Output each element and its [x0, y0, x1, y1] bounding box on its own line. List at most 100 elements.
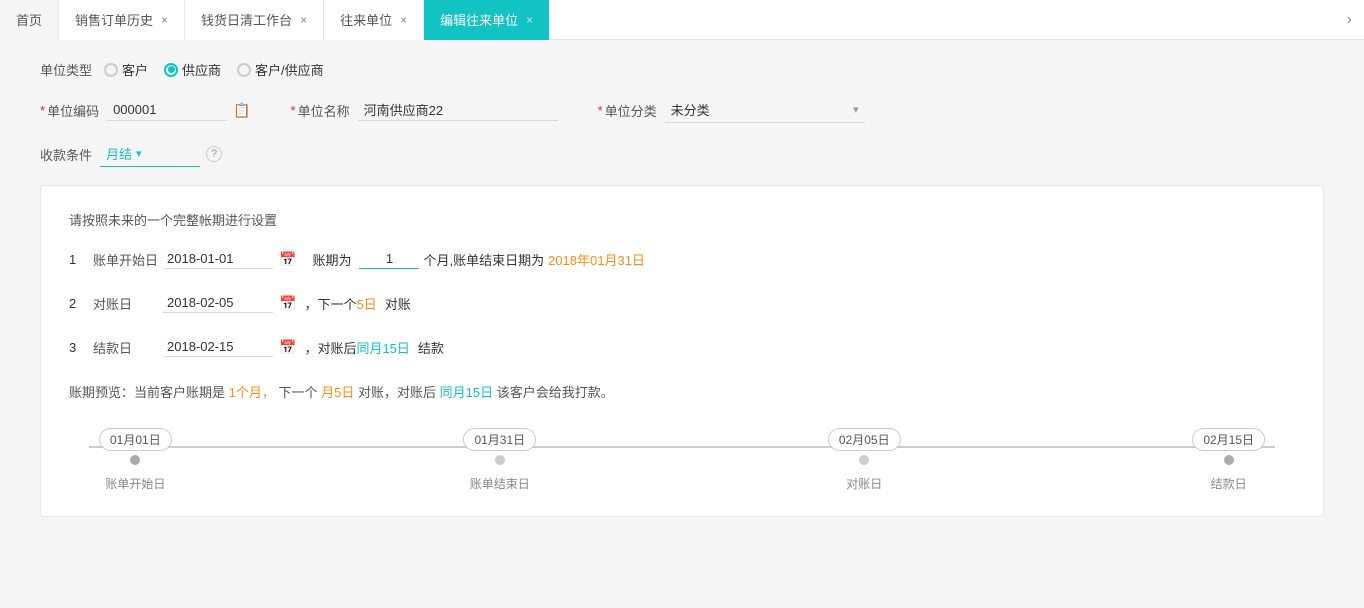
unit-name-star: * — [291, 103, 296, 118]
unit-code-star: * — [40, 103, 45, 118]
preview-months: 1个月， — [229, 385, 275, 400]
help-icon-text: ? — [211, 148, 217, 160]
period-date-2[interactable] — [163, 293, 273, 313]
unit-sort-group: * 单位分类 未分类 ▾ — [598, 97, 865, 123]
radio-supplier-circle — [164, 63, 178, 77]
timeline-point-1: 01月01日 账单开始日 — [99, 428, 172, 492]
timeline-dot-4 — [1224, 455, 1234, 465]
timeline-label-2: 账单结束日 — [470, 475, 530, 492]
radio-both-circle — [237, 63, 251, 77]
radio-customer-circle — [104, 63, 118, 77]
tabs-bar: 首页 销售订单历史 × 钱货日清工作台 × 往来单位 × 编辑往来单位 × › — [0, 0, 1364, 40]
timeline-dot-2 — [495, 455, 505, 465]
unit-sort-value: 未分类 — [671, 100, 849, 119]
timeline-point-2: 01月31日 账单结束日 — [463, 428, 536, 492]
tab-home[interactable]: 首页 — [0, 0, 59, 40]
unit-code-input[interactable] — [107, 99, 227, 121]
unit-type-row: 单位类型 客户 供应商 客户/供应商 — [40, 60, 1324, 79]
tab-edit-partner-close[interactable]: × — [526, 13, 533, 27]
timeline-point-3: 02月05日 对账日 — [828, 428, 901, 492]
tab-sales-order-history[interactable]: 销售订单历史 × — [59, 0, 185, 40]
unit-info-row: * 单位编码 📋 * 单位名称 * 单位分类 未分类 ▾ — [40, 97, 1324, 123]
unit-sort-arrow-icon: ▾ — [853, 103, 859, 116]
period-months-input[interactable] — [359, 249, 419, 269]
timeline-dot-3 — [859, 455, 869, 465]
period-label-2: 对账日 — [93, 294, 163, 313]
period-suffix-3b: 结款 — [418, 338, 444, 357]
period-day-highlight-3: 同月15日 — [356, 338, 409, 357]
unit-sort-star: * — [598, 103, 603, 118]
unit-name-input[interactable] — [358, 99, 558, 121]
period-suffix-after-1: 个月,账单结束日期为 — [423, 250, 544, 269]
timeline-label-1: 账单开始日 — [105, 475, 165, 492]
period-date-1[interactable] — [163, 249, 273, 269]
radio-supplier-dot — [168, 66, 175, 73]
period-num-3: 3 — [69, 340, 93, 355]
period-num-1: 1 — [69, 252, 93, 267]
payment-row: 收款条件 月结 ▾ ? — [40, 141, 1324, 167]
radio-customer-label: 客户 — [122, 60, 148, 79]
tab-cash-label: 钱货日清工作台 — [201, 10, 292, 29]
period-row-3: 3 结款日 📅 ，对账后 同月15日 结款 — [69, 337, 1295, 357]
timeline-dot-1 — [130, 455, 140, 465]
tab-cash-close[interactable]: × — [300, 13, 307, 27]
radio-customer[interactable]: 客户 — [104, 60, 148, 79]
payment-value: 月结 — [106, 144, 132, 163]
period-num-2: 2 — [69, 296, 93, 311]
period-row-2: 2 对账日 📅 ，下一个 5日 对账 — [69, 293, 1295, 313]
payment-label: 收款条件 — [40, 145, 92, 164]
preview-reconcile-suffix: 对账，对账后 — [358, 385, 436, 400]
tab-home-label: 首页 — [16, 10, 42, 29]
period-suffix-2a: ，下一个 — [304, 294, 356, 313]
timeline-point-4: 02月15日 结款日 — [1192, 428, 1265, 492]
radio-supplier[interactable]: 供应商 — [164, 60, 221, 79]
tab-sales-close[interactable]: × — [161, 13, 168, 27]
preview-reconcile-day: 月5日 — [321, 385, 354, 400]
period-suffix-before-1: 账期为 — [312, 250, 351, 269]
timeline-badge-1: 01月01日 — [99, 428, 172, 451]
unit-name-group: * 单位名称 — [291, 99, 558, 121]
timeline-badge-2: 01月31日 — [463, 428, 536, 451]
tab-edit-partner[interactable]: 编辑往来单位 × — [424, 0, 550, 40]
unit-name-label: 单位名称 — [298, 101, 350, 120]
period-date-3[interactable] — [163, 337, 273, 357]
calendar-icon-3[interactable]: 📅 — [279, 339, 296, 356]
calendar-icon-1[interactable]: 📅 — [279, 251, 296, 268]
unit-type-label: 单位类型 — [40, 60, 92, 79]
tab-partner-close[interactable]: × — [400, 13, 407, 27]
period-label-3: 结款日 — [93, 338, 163, 357]
period-row-1: 1 账单开始日 📅 账期为 个月,账单结束日期为 2018年01月31日 — [69, 249, 1295, 269]
timeline-badge-4: 02月15日 — [1192, 428, 1265, 451]
unit-sort-dropdown[interactable]: 未分类 ▾ — [665, 97, 865, 123]
help-icon[interactable]: ? — [206, 146, 222, 162]
period-suffix-3a: ，对账后 — [304, 338, 356, 357]
tab-expand-button[interactable]: › — [1335, 0, 1364, 40]
radio-group: 客户 供应商 客户/供应商 — [104, 60, 324, 79]
payment-arrow-icon: ▾ — [136, 147, 142, 160]
tab-partner-label: 往来单位 — [340, 10, 392, 29]
content-area: 单位类型 客户 供应商 客户/供应商 * 单位编码 📋 — [0, 40, 1364, 608]
period-suffix-2b: 对账 — [385, 294, 411, 313]
period-label-1: 账单开始日 — [93, 250, 163, 269]
timeline-label-3: 对账日 — [846, 475, 882, 492]
timeline-label-4: 结款日 — [1211, 475, 1247, 492]
unit-sort-label: 单位分类 — [605, 101, 657, 120]
tab-cash-work[interactable]: 钱货日清工作台 × — [185, 0, 324, 40]
radio-both[interactable]: 客户/供应商 — [237, 60, 324, 79]
tab-sales-label: 销售订单历史 — [75, 10, 153, 29]
preview-payment: 同月15日 — [440, 385, 493, 400]
timeline-badge-3: 02月05日 — [828, 428, 901, 451]
preview-text: 账期预览：当前客户账期是 1个月， 下一个 月5日 对账，对账后 同月15日 该… — [69, 381, 1295, 404]
period-day-highlight-2: 5日 — [356, 294, 376, 313]
preview-end: 该客户会给我打款。 — [497, 385, 614, 400]
unit-code-label: 单位编码 — [47, 101, 99, 120]
copy-icon[interactable]: 📋 — [233, 102, 250, 119]
radio-supplier-label: 供应商 — [182, 60, 221, 79]
preview-reconcile-prefix: 下一个 — [279, 385, 318, 400]
period-section: 请按照未来的一个完整帐期进行设置 1 账单开始日 📅 账期为 个月,账单结束日期… — [40, 185, 1324, 517]
timeline-container: 01月01日 账单开始日 01月31日 账单结束日 02月05日 对账日 — [79, 428, 1285, 492]
calendar-icon-2[interactable]: 📅 — [279, 295, 296, 312]
payment-dropdown[interactable]: 月结 ▾ — [100, 141, 200, 167]
tab-partner[interactable]: 往来单位 × — [324, 0, 424, 40]
tab-edit-partner-label: 编辑往来单位 — [440, 10, 518, 29]
